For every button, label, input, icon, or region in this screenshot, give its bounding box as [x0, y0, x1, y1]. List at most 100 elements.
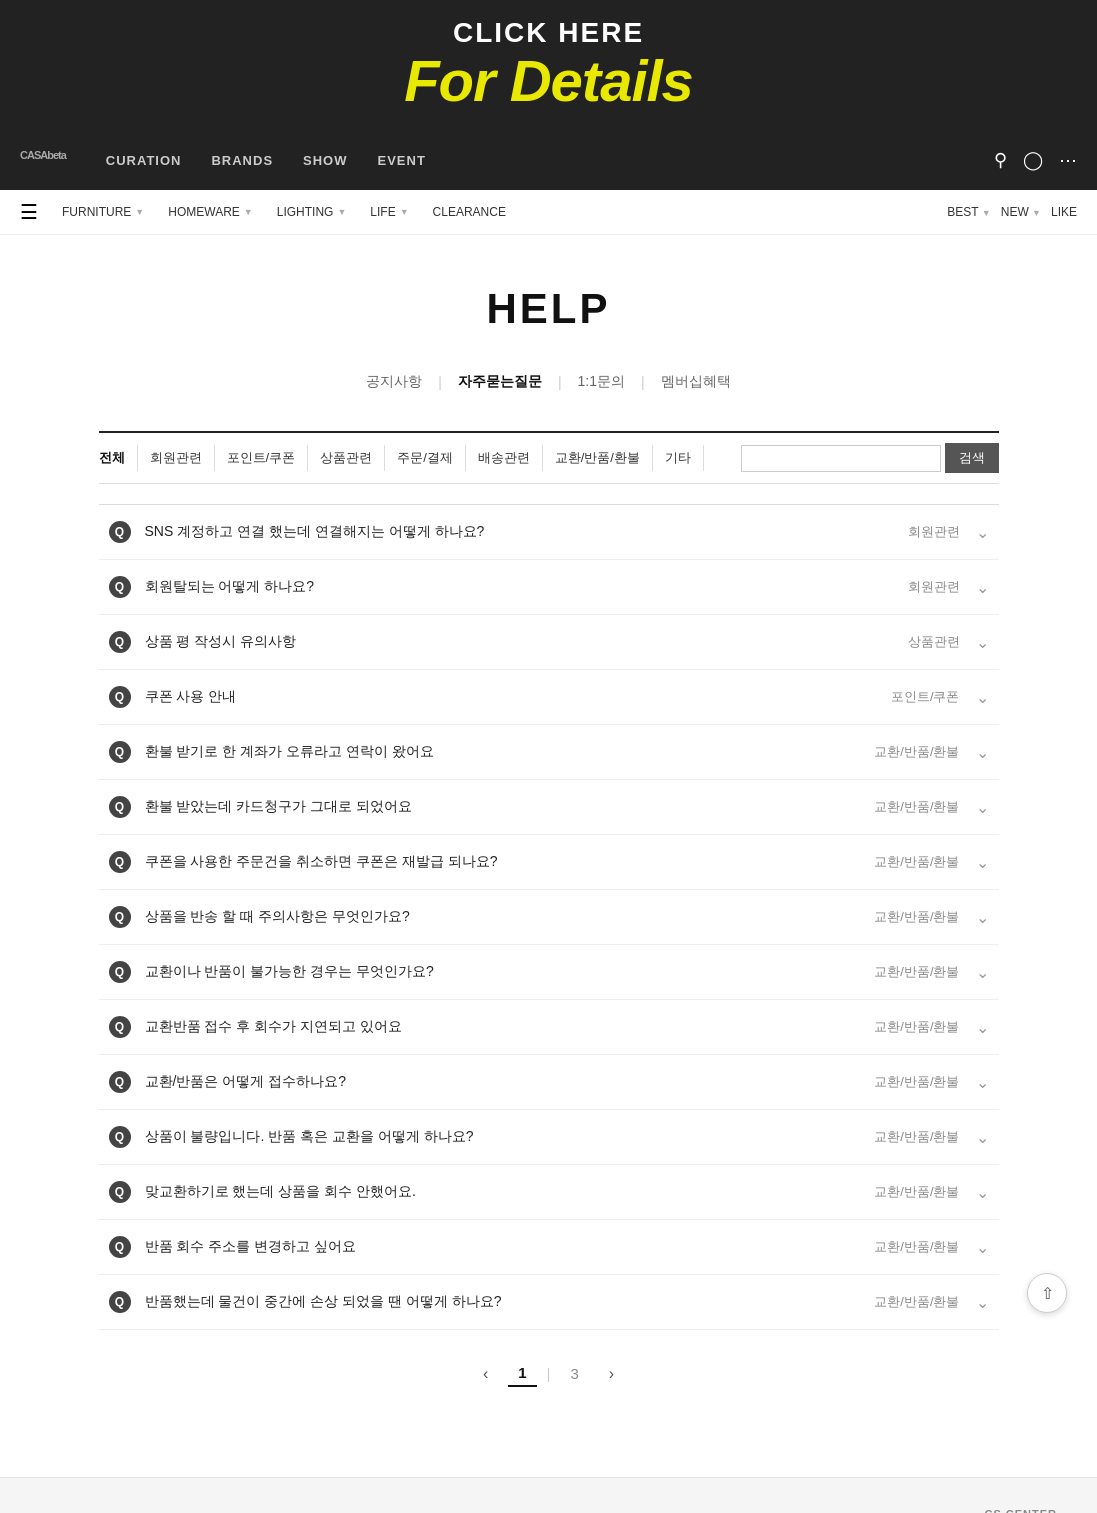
- nav-item-curation[interactable]: CURATION: [106, 153, 182, 168]
- next-page-button[interactable]: ›: [599, 1361, 624, 1387]
- nav-icons: ⚲ ◯ ⋯: [994, 149, 1077, 171]
- scroll-to-top-button[interactable]: ⇧: [1027, 1273, 1067, 1313]
- faq-question: SNS 계정하고 연결 했는데 연결해지는 어떻게 하나요?: [145, 523, 870, 541]
- chevron-icon: ▼: [135, 207, 144, 217]
- faq-item[interactable]: Q 환불 받기로 한 계좌가 오류라고 연락이 왔어요 교환/반품/환불 ⌄: [99, 725, 999, 780]
- nav-item-show[interactable]: SHOW: [303, 153, 347, 168]
- faq-item[interactable]: Q 반품했는데 물건이 중간에 손상 되었을 땐 어떻게 하나요? 교환/반품/…: [99, 1275, 999, 1330]
- sub-nav-new[interactable]: NEW ▼: [1001, 205, 1041, 219]
- chevron-down-icon: ⌄: [976, 1018, 989, 1037]
- filter-delivery[interactable]: 배송관련: [466, 445, 543, 471]
- faq-item[interactable]: Q 회원탈되는 어떻게 하나요? 회원관련 ⌄: [99, 560, 999, 615]
- chevron-icon: ▼: [244, 207, 253, 217]
- faq-category: 포인트/쿠폰: [870, 688, 960, 706]
- nav-item-event[interactable]: EVENT: [378, 153, 426, 168]
- faq-category: 교환/반품/환불: [870, 1128, 960, 1146]
- faq-item[interactable]: Q 환불 받았는데 카드청구가 그대로 되었어요 교환/반품/환불 ⌄: [99, 780, 999, 835]
- sub-nav-lighting[interactable]: LIGHTING▼: [267, 205, 357, 219]
- faq-category: 교환/반품/환불: [870, 1293, 960, 1311]
- faq-category: 교환/반품/환불: [870, 1183, 960, 1201]
- promo-banner[interactable]: CLICK HERE For Details: [0, 0, 1097, 130]
- sub-nav-life[interactable]: LIFE▼: [360, 205, 418, 219]
- banner-click-text: CLICK HERE: [404, 18, 693, 49]
- faq-question: 교환/반품은 어떻게 접수하나요?: [145, 1073, 870, 1091]
- faq-item[interactable]: Q 상품 평 작성시 유의사항 상품관련 ⌄: [99, 615, 999, 670]
- faq-q-icon: Q: [109, 521, 131, 543]
- faq-item[interactable]: Q 맞교환하기로 했는데 상품을 회수 안했어요. 교환/반품/환불 ⌄: [99, 1165, 999, 1220]
- faq-q-icon: Q: [109, 741, 131, 763]
- chevron-icon: ▼: [400, 207, 409, 217]
- filter-all[interactable]: 전체: [99, 445, 138, 471]
- tab-inquiry[interactable]: 1:1문의: [562, 373, 641, 391]
- sub-nav-clearance[interactable]: CLEARANCE: [423, 205, 516, 219]
- logo[interactable]: CASAbeta: [20, 147, 66, 173]
- faq-item[interactable]: Q 상품이 불량입니다. 반품 혹은 교환을 어떻게 하나요? 교환/반품/환불…: [99, 1110, 999, 1165]
- current-page[interactable]: 1: [508, 1360, 536, 1387]
- more-icon[interactable]: ⋯: [1059, 149, 1077, 171]
- faq-question: 맞교환하기로 했는데 상품을 회수 안했어요.: [145, 1183, 870, 1201]
- banner-content: CLICK HERE For Details: [404, 18, 693, 113]
- chevron-icon: ▼: [1032, 208, 1041, 218]
- faq-q-icon: Q: [109, 1016, 131, 1038]
- filter-product[interactable]: 상품관련: [308, 445, 385, 471]
- faq-item[interactable]: Q 상품을 반송 할 때 주의사항은 무엇인가요? 교환/반품/환불 ⌄: [99, 890, 999, 945]
- chevron-icon: ▼: [982, 208, 991, 218]
- filter-row: 전체 회원관련 포인트/쿠폰 상품관련 주문/결제 배송관련 교환/반품/환불 …: [99, 431, 999, 484]
- tab-faq[interactable]: 자주묻는질문: [442, 373, 558, 391]
- sub-nav-right: BEST ▼ NEW ▼ LIKE: [947, 205, 1077, 219]
- faq-list: Q SNS 계정하고 연결 했는데 연결해지는 어떻게 하나요? 회원관련 ⌄ …: [99, 504, 999, 1330]
- faq-q-icon: Q: [109, 686, 131, 708]
- search-icon[interactable]: ⚲: [994, 149, 1007, 171]
- sub-nav-best[interactable]: BEST ▼: [947, 205, 990, 219]
- faq-question: 상품이 불량입니다. 반품 혹은 교환을 어떻게 하나요?: [145, 1128, 870, 1146]
- logo-sup: beta: [47, 149, 66, 161]
- cs-label: CS CENTER: [930, 1508, 1057, 1513]
- main-nav: CASAbeta CURATION BRANDS SHOW EVENT ⚲ ◯ …: [0, 130, 1097, 190]
- filter-member[interactable]: 회원관련: [138, 445, 215, 471]
- user-icon[interactable]: ◯: [1023, 149, 1043, 171]
- nav-item-brands[interactable]: BRANDS: [211, 153, 273, 168]
- faq-item[interactable]: Q 쿠폰 사용 안내 포인트/쿠폰 ⌄: [99, 670, 999, 725]
- faq-item[interactable]: Q 반품 회수 주소를 변경하고 싶어요 교환/반품/환불 ⌄: [99, 1220, 999, 1275]
- faq-category: 회원관련: [870, 578, 960, 596]
- faq-q-icon: Q: [109, 576, 131, 598]
- sub-nav-furniture[interactable]: FURNITURE▼: [52, 205, 154, 219]
- faq-question: 환불 받았는데 카드청구가 그대로 되었어요: [145, 798, 870, 816]
- faq-q-icon: Q: [109, 961, 131, 983]
- faq-item[interactable]: Q 쿠폰을 사용한 주문건을 취소하면 쿠폰은 재발급 되나요? 교환/반품/환…: [99, 835, 999, 890]
- faq-question: 환불 받기로 한 계좌가 오류라고 연락이 왔어요: [145, 743, 870, 761]
- faq-category: 교환/반품/환불: [870, 853, 960, 871]
- chevron-down-icon: ⌄: [976, 523, 989, 542]
- faq-item[interactable]: Q 교환이나 반품이 불가능한 경우는 무엇인가요? 교환/반품/환불 ⌄: [99, 945, 999, 1000]
- faq-category: 교환/반품/환불: [870, 963, 960, 981]
- search-input[interactable]: [741, 445, 941, 472]
- faq-question: 반품 회수 주소를 변경하고 싶어요: [145, 1238, 870, 1256]
- total-pages[interactable]: 3: [560, 1361, 588, 1386]
- tab-announcements[interactable]: 공지사항: [350, 373, 438, 391]
- hamburger-icon[interactable]: ☰: [20, 200, 38, 224]
- help-section: HELP 공지사항 | 자주묻는질문 | 1:1문의 | 멤버십혜택 전체 회원…: [79, 235, 1019, 1477]
- pagination: ‹ 1 | 3 ›: [99, 1360, 999, 1387]
- faq-item[interactable]: Q SNS 계정하고 연결 했는데 연결해지는 어떻게 하나요? 회원관련 ⌄: [99, 505, 999, 560]
- search-button[interactable]: 검색: [945, 443, 999, 473]
- faq-item[interactable]: Q 교환반품 접수 후 회수가 지연되고 있어요 교환/반품/환불 ⌄: [99, 1000, 999, 1055]
- filter-other[interactable]: 기타: [653, 445, 704, 471]
- faq-question: 쿠폰을 사용한 주문건을 취소하면 쿠폰은 재발급 되나요?: [145, 853, 870, 871]
- chevron-down-icon: ⌄: [976, 1073, 989, 1092]
- chevron-down-icon: ⌄: [976, 963, 989, 982]
- filter-exchange[interactable]: 교환/반품/환불: [543, 445, 653, 471]
- faq-category: 교환/반품/환불: [870, 798, 960, 816]
- faq-category: 상품관련: [870, 633, 960, 651]
- sub-nav-homeware[interactable]: HOMEWARE▼: [158, 205, 262, 219]
- page-title: HELP: [99, 285, 999, 333]
- sub-nav: ☰ FURNITURE▼ HOMEWARE▼ LIGHTING▼ LIFE▼ C…: [0, 190, 1097, 235]
- tab-membership[interactable]: 멤버십혜택: [645, 373, 747, 391]
- faq-item[interactable]: Q 교환/반품은 어떻게 접수하나요? 교환/반품/환불 ⌄: [99, 1055, 999, 1110]
- faq-q-icon: Q: [109, 1071, 131, 1093]
- help-tabs: 공지사항 | 자주묻는질문 | 1:1문의 | 멤버십혜택: [99, 373, 999, 391]
- filter-point[interactable]: 포인트/쿠폰: [215, 445, 309, 471]
- faq-q-icon: Q: [109, 796, 131, 818]
- filter-order[interactable]: 주문/결제: [385, 445, 466, 471]
- sub-nav-like[interactable]: LIKE: [1051, 205, 1077, 219]
- prev-page-button[interactable]: ‹: [473, 1361, 498, 1387]
